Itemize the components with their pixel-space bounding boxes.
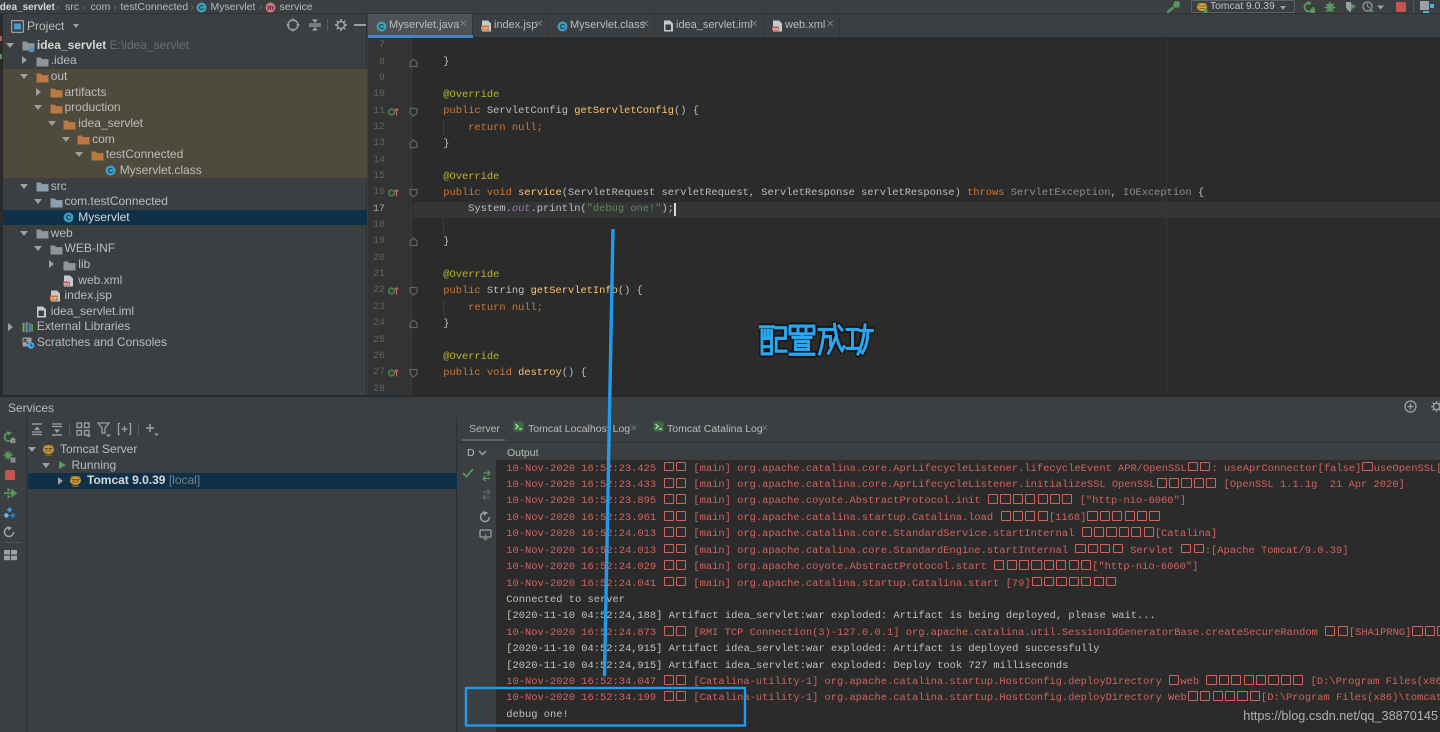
svg-text:JSP: JSP (481, 26, 489, 31)
svg-text:C: C (379, 22, 385, 31)
svg-text:C: C (560, 22, 566, 31)
svg-text:m: m (267, 3, 274, 12)
svg-text:C: C (66, 213, 72, 222)
svg-text:xml: xml (773, 27, 779, 31)
svg-text:xml: xml (64, 281, 70, 285)
svg-text:C: C (107, 166, 113, 175)
svg-text:C: C (199, 3, 205, 12)
svg-text:JSP: JSP (50, 296, 58, 301)
